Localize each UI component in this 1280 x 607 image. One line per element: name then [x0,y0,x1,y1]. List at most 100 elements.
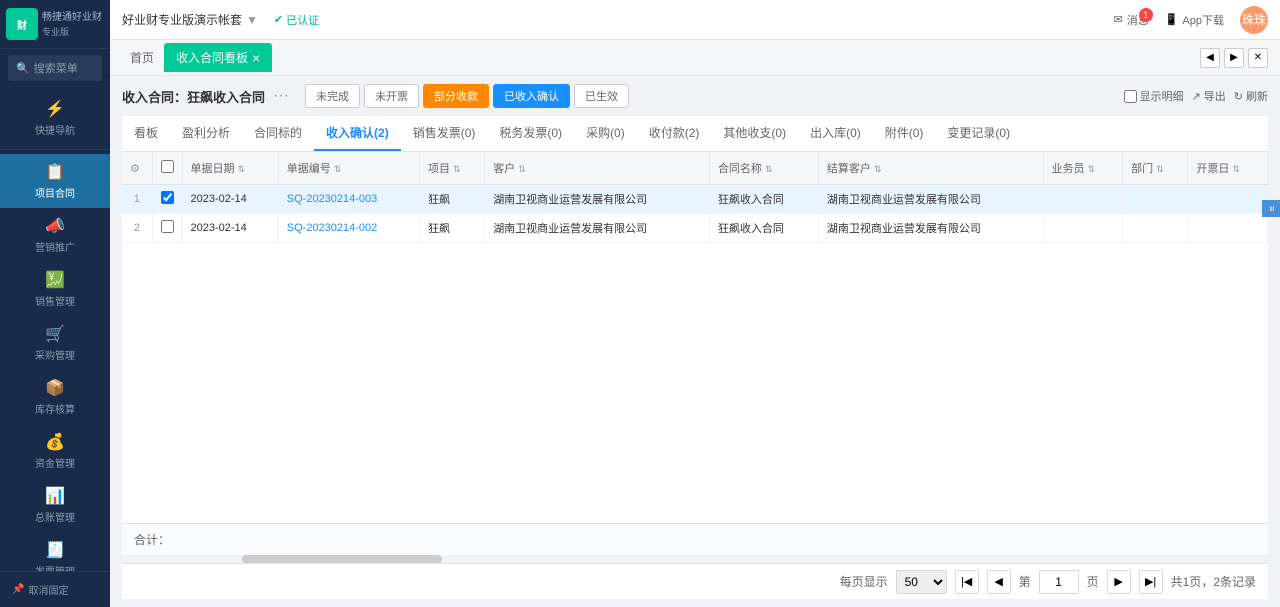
app-download-icon: 📱 [1165,13,1179,26]
export-icon: ↗ [1192,90,1201,103]
user-avatar[interactable]: 珠珠 [1240,6,1268,34]
sidebar-item-fund[interactable]: 💰 资金管理 [0,424,110,478]
prev-page-button[interactable]: ◀ [987,570,1011,594]
quick-nav-label: 快捷导航 [35,122,75,137]
home-tab[interactable]: 首页 [122,49,162,66]
more-options-button[interactable]: ··· [273,87,289,105]
tab-attachment[interactable]: 附件(0) [873,116,936,151]
show-detail-label: 显示明细 [1140,88,1184,104]
tab-profit[interactable]: 盈利分析 [170,116,242,151]
show-detail-input[interactable] [1124,90,1137,103]
tab-subject[interactable]: 合同标的 [242,116,314,151]
page-content: 收入合同：狂飙收入合同 ··· 未完成 未开票 部分收款 已收入确认 已生效 显… [110,76,1280,607]
row-project-2: 狂飙 [420,214,485,243]
pagination: 每页显示 50 100 200 |◀ ◀ 第 页 ▶ ▶| 共1页，2条记录 [122,563,1268,599]
row-settlement-1: 湖南卫视商业运营发展有限公司 [818,185,1043,214]
salesperson-column-header[interactable]: 业务员 ⇅ [1043,152,1123,185]
row-number-link-2[interactable]: SQ-20230214-002 [287,222,378,234]
sidebar-item-purchase[interactable]: 🛒 采购管理 [0,316,110,370]
tab-other-income[interactable]: 其他收支(0) [711,116,798,151]
search-menu-button[interactable]: 🔍 搜索菜单 [8,55,102,81]
date-column-header[interactable]: 单据日期 ⇅ [182,152,278,185]
project-column-header[interactable]: 项目 ⇅ [420,152,485,185]
sidebar-item-inventory[interactable]: 📦 库存核算 [0,370,110,424]
tab-prev-button[interactable]: ◀ [1200,48,1220,68]
unpin-button[interactable]: 📌 取消固定 [6,578,104,601]
status-not-invoiced[interactable]: 未开票 [364,84,419,108]
department-column-header[interactable]: 部门 ⇅ [1123,152,1188,185]
last-page-button[interactable]: ▶| [1139,570,1163,594]
app-download-button[interactable]: 📱 App下载 [1165,12,1224,28]
close-tab-button[interactable]: × [252,51,260,65]
tab-payment[interactable]: 收付款(2) [637,116,712,151]
row-checkbox-1[interactable] [152,185,182,214]
row-number-link-1[interactable]: SQ-20230214-003 [287,193,378,205]
contract-name-column-header[interactable]: 合同名称 ⇅ [709,152,818,185]
company-dropdown-icon: ▼ [246,13,258,27]
sidebar-item-ledger[interactable]: 📊 总账管理 [0,478,110,532]
row-department-2 [1123,214,1188,243]
message-button[interactable]: ✉ 消息 1 [1114,12,1149,28]
row-number-1: SQ-20230214-003 [278,185,419,214]
right-toolbar-button[interactable]: ≡ [1262,200,1280,217]
row-checkbox-2[interactable] [152,214,182,243]
data-table: ⚙ 单据日期 ⇅ 单据编号 ⇅ 项目 ⇅ 客户 ⇅ 合同名称 ⇅ 结算客户 ⇅ … [122,152,1268,243]
sidebar-item-invoice[interactable]: 🧾 发票管理 [0,532,110,571]
invoice-icon: 🧾 [45,540,65,560]
unpin-icon: 📌 [12,584,24,595]
tab-purchase[interactable]: 采购(0) [574,116,637,151]
tab-kanban[interactable]: 看板 [122,116,170,151]
tab-income-confirm[interactable]: 收入确认(2) [314,116,401,151]
app-download-label: App下载 [1182,12,1224,28]
tabbar: 首页 收入合同看板 × ◀ ▶ ✕ [110,40,1280,76]
invoice-date-column-header[interactable]: 开票日 ⇅ [1188,152,1268,185]
table-row[interactable]: 2 2023-02-14 SQ-20230214-002 狂飙 湖南卫视商业运营… [122,214,1268,243]
row-invoice-date-2 [1188,214,1268,243]
row-salesperson-1 [1043,185,1123,214]
sidebar-item-quick-nav[interactable]: ⚡ 快捷导航 [0,91,110,145]
inventory-icon: 📦 [45,378,65,398]
verified-badge: ✔ 已认证 [274,12,319,28]
tab-sales-invoice[interactable]: 销售发票(0) [401,116,488,151]
per-page-select[interactable]: 50 100 200 [896,570,947,594]
status-effective[interactable]: 已生效 [574,84,629,108]
tab-warehouse[interactable]: 出入库(0) [798,116,873,151]
status-not-complete[interactable]: 未完成 [305,84,360,108]
number-column-header[interactable]: 单据编号 ⇅ [278,152,419,185]
invoice-date-sort-icon: ⇅ [1232,164,1240,174]
sidebar-item-sales[interactable]: 💹 销售管理 [0,262,110,316]
active-tab[interactable]: 收入合同看板 × [164,43,272,72]
current-page-input[interactable] [1039,570,1079,594]
table-wrapper: ⚙ 单据日期 ⇅ 单据编号 ⇅ 项目 ⇅ 客户 ⇅ 合同名称 ⇅ 结算客户 ⇅ … [122,152,1268,523]
settlement-column-header[interactable]: 结算客户 ⇅ [818,152,1043,185]
export-button[interactable]: ↗ 导出 [1192,88,1226,104]
user-name: 珠珠 [1242,11,1266,28]
total-row: 合计： [122,523,1268,555]
row-project-1: 狂飙 [420,185,485,214]
next-page-button[interactable]: ▶ [1107,570,1131,594]
ledger-icon: 📊 [45,486,65,506]
total-pages-info: 共1页，2条记录 [1171,573,1256,590]
scrollbar-thumb[interactable] [242,555,442,563]
unpin-label: 取消固定 [28,582,68,597]
first-page-button[interactable]: |◀ [955,570,979,594]
tab-next-button[interactable]: ▶ [1224,48,1244,68]
select-all-checkbox[interactable] [161,160,174,173]
refresh-button[interactable]: ↻ 刷新 [1234,88,1268,104]
status-confirmed[interactable]: 已收入确认 [493,84,570,108]
sidebar-item-project[interactable]: 📋 项目合同 [0,154,110,208]
contract-header: 收入合同：狂飙收入合同 ··· 未完成 未开票 部分收款 已收入确认 已生效 显… [122,84,1268,108]
status-partial-payment[interactable]: 部分收款 [423,84,489,108]
table-row[interactable]: 1 2023-02-14 SQ-20230214-003 狂飙 湖南卫视商业运营… [122,185,1268,214]
company-selector[interactable]: 好业财专业版演示帐套 ▼ [122,11,258,28]
row-department-1 [1123,185,1188,214]
tab-change-record[interactable]: 变更记录(0) [935,116,1022,151]
sidebar-item-marketing[interactable]: 📣 营销推广 [0,208,110,262]
horizontal-scrollbar[interactable] [122,555,1268,563]
show-detail-checkbox[interactable]: 显示明细 [1124,88,1184,104]
tab-close-button[interactable]: ✕ [1248,48,1268,68]
customer-column-header[interactable]: 客户 ⇅ [485,152,710,185]
config-icon[interactable]: ⚙ [130,163,140,175]
tab-tax-invoice[interactable]: 税务发票(0) [487,116,574,151]
row-num-2: 2 [122,214,152,243]
